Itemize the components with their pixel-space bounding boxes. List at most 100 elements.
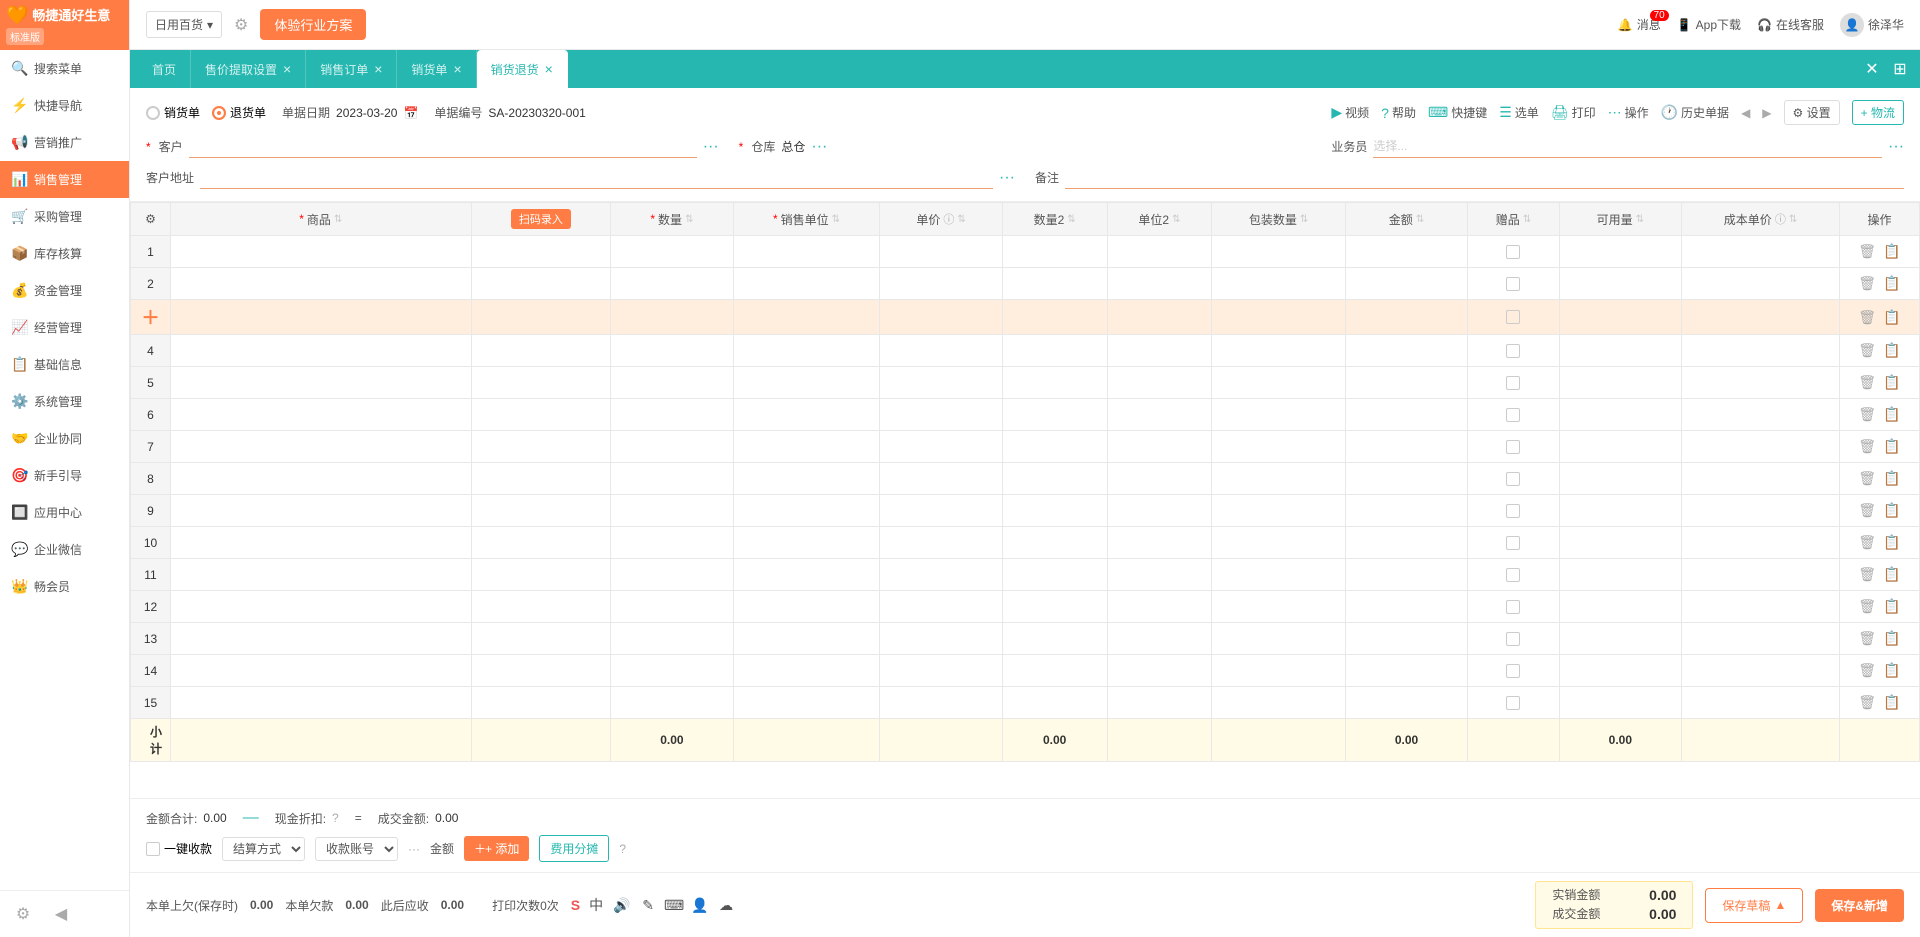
cell-unit-5[interactable] [733, 367, 880, 399]
scan-button[interactable]: 扫码录入 [511, 209, 571, 229]
cell-available-5[interactable] [1559, 367, 1681, 399]
cell-qty-4[interactable] [611, 335, 733, 367]
cell-pkg-5[interactable] [1212, 367, 1345, 399]
cell-pkg-1[interactable] [1212, 236, 1345, 268]
cell-qty-10[interactable] [611, 527, 733, 559]
cell-product-4[interactable] [171, 335, 472, 367]
sidebar-item-search[interactable]: 🔍 搜索菜单 [0, 50, 129, 87]
cell-available-3[interactable] [1559, 300, 1681, 335]
cell-cost-9[interactable] [1682, 495, 1840, 527]
cell-qty-15[interactable] [611, 687, 733, 719]
cell-qty-5[interactable] [611, 367, 733, 399]
cell-qty-1[interactable] [611, 236, 733, 268]
cell-amount-14[interactable] [1345, 655, 1467, 687]
ime-icon-6[interactable]: ☁ [716, 895, 736, 915]
cell-unit-7[interactable] [733, 431, 880, 463]
date-value[interactable]: 2023-03-20 [336, 106, 397, 120]
cell-gift-15[interactable] [1468, 687, 1560, 719]
cell-price-11[interactable] [880, 559, 1002, 591]
cell-qty2-10[interactable] [1002, 527, 1107, 559]
delete-row-btn-8[interactable]: 🗑 [1856, 468, 1878, 489]
cell-product-3[interactable] [171, 300, 472, 335]
cell-available-9[interactable] [1559, 495, 1681, 527]
address-input[interactable] [200, 166, 993, 189]
cell-qty-2[interactable] [611, 268, 733, 300]
app-download-btn[interactable]: 📱 App下载 [1677, 16, 1741, 33]
gift-checkbox-13[interactable] [1506, 632, 1520, 646]
operate-btn[interactable]: ⋯ 操作 [1608, 104, 1649, 121]
salesperson-input[interactable] [1373, 135, 1882, 158]
collapse-btn[interactable]: ◀ [46, 899, 76, 929]
cell-available-12[interactable] [1559, 591, 1681, 623]
cell-qty-9[interactable] [611, 495, 733, 527]
calendar-icon[interactable]: 📅 [403, 106, 418, 120]
cell-pkg-10[interactable] [1212, 527, 1345, 559]
tab-sales[interactable]: 销货单 × [397, 50, 476, 88]
cell-gift-13[interactable] [1468, 623, 1560, 655]
cell-pkg-13[interactable] [1212, 623, 1345, 655]
close-tab-btn[interactable]: ✕ [1860, 57, 1884, 81]
cell-amount-11[interactable] [1345, 559, 1467, 591]
cell-amount-4[interactable] [1345, 335, 1467, 367]
cell-qty2-8[interactable] [1002, 463, 1107, 495]
cell-price-10[interactable] [880, 527, 1002, 559]
tab-sales-return[interactable]: 销货退货 × [477, 50, 568, 88]
cell-cost-5[interactable] [1682, 367, 1840, 399]
cell-product-1[interactable] [171, 236, 472, 268]
message-btn[interactable]: 🔔 消息 70 [1618, 16, 1661, 33]
select-btn[interactable]: ☰ 选单 [1499, 104, 1539, 121]
cell-pkg-4[interactable] [1212, 335, 1345, 367]
sidebar-item-apps[interactable]: 🔲 应用中心 [0, 494, 129, 531]
cell-unit-13[interactable] [733, 623, 880, 655]
cell-product-12[interactable] [171, 591, 472, 623]
cell-unit2-2[interactable] [1107, 268, 1212, 300]
one-click-checkbox[interactable]: 一键收款 [146, 840, 212, 857]
cell-price-5[interactable] [880, 367, 1002, 399]
gift-checkbox-6[interactable] [1506, 408, 1520, 422]
sidebar-item-newbie[interactable]: 🎯 新手引导 [0, 457, 129, 494]
cell-unit2-15[interactable] [1107, 687, 1212, 719]
cell-cost-10[interactable] [1682, 527, 1840, 559]
nav-next-icon[interactable]: ▶ [1762, 106, 1771, 120]
tab-close-icon[interactable]: × [374, 61, 382, 77]
sort-icon-cost[interactable]: ⇅ [1789, 214, 1797, 225]
cell-product-11[interactable] [171, 559, 472, 591]
cell-unit-15[interactable] [733, 687, 880, 719]
cell-unit2-10[interactable] [1107, 527, 1212, 559]
tab-price-extract[interactable]: 售价提取设置 × [191, 50, 306, 88]
shortcuts-btn[interactable]: ⌨ 快捷键 [1428, 104, 1487, 121]
delete-row-btn-14[interactable]: 🗑 [1856, 660, 1878, 681]
sidebar-item-inventory[interactable]: 📦 库存核算 [0, 235, 129, 272]
cell-qty2-1[interactable] [1002, 236, 1107, 268]
cell-available-6[interactable] [1559, 399, 1681, 431]
cell-amount-13[interactable] [1345, 623, 1467, 655]
settings-btn[interactable]: ⚙ 设置 [1784, 100, 1840, 125]
cell-product-10[interactable] [171, 527, 472, 559]
account-dots[interactable]: ··· [408, 842, 420, 856]
cell-cost-2[interactable] [1682, 268, 1840, 300]
cell-pkg-12[interactable] [1212, 591, 1345, 623]
copy-row-btn-10[interactable]: 📋 [1881, 532, 1902, 553]
gift-checkbox-7[interactable] [1506, 440, 1520, 454]
cell-gift-2[interactable] [1468, 268, 1560, 300]
cell-cost-15[interactable] [1682, 687, 1840, 719]
cell-product-7[interactable] [171, 431, 472, 463]
cell-qty-8[interactable] [611, 463, 733, 495]
delete-row-btn-5[interactable]: 🗑 [1856, 372, 1878, 393]
cell-pkg-3[interactable] [1212, 300, 1345, 335]
cell-available-8[interactable] [1559, 463, 1681, 495]
cell-cost-7[interactable] [1682, 431, 1840, 463]
account-select[interactable]: 收款账号 [315, 837, 398, 861]
industry-select[interactable]: 日用百货 ▾ [146, 11, 222, 38]
copy-row-btn-14[interactable]: 📋 [1881, 660, 1902, 681]
cell-cost-11[interactable] [1682, 559, 1840, 591]
cell-product-5[interactable] [171, 367, 472, 399]
cell-unit2-6[interactable] [1107, 399, 1212, 431]
cell-unit-2[interactable] [733, 268, 880, 300]
cell-product-14[interactable] [171, 655, 472, 687]
cell-qty-6[interactable] [611, 399, 733, 431]
cell-unit-12[interactable] [733, 591, 880, 623]
cell-price-15[interactable] [880, 687, 1002, 719]
sidebar-item-shortcut[interactable]: ⚡ 快捷导航 [0, 87, 129, 124]
cell-cost-3[interactable] [1682, 300, 1840, 335]
